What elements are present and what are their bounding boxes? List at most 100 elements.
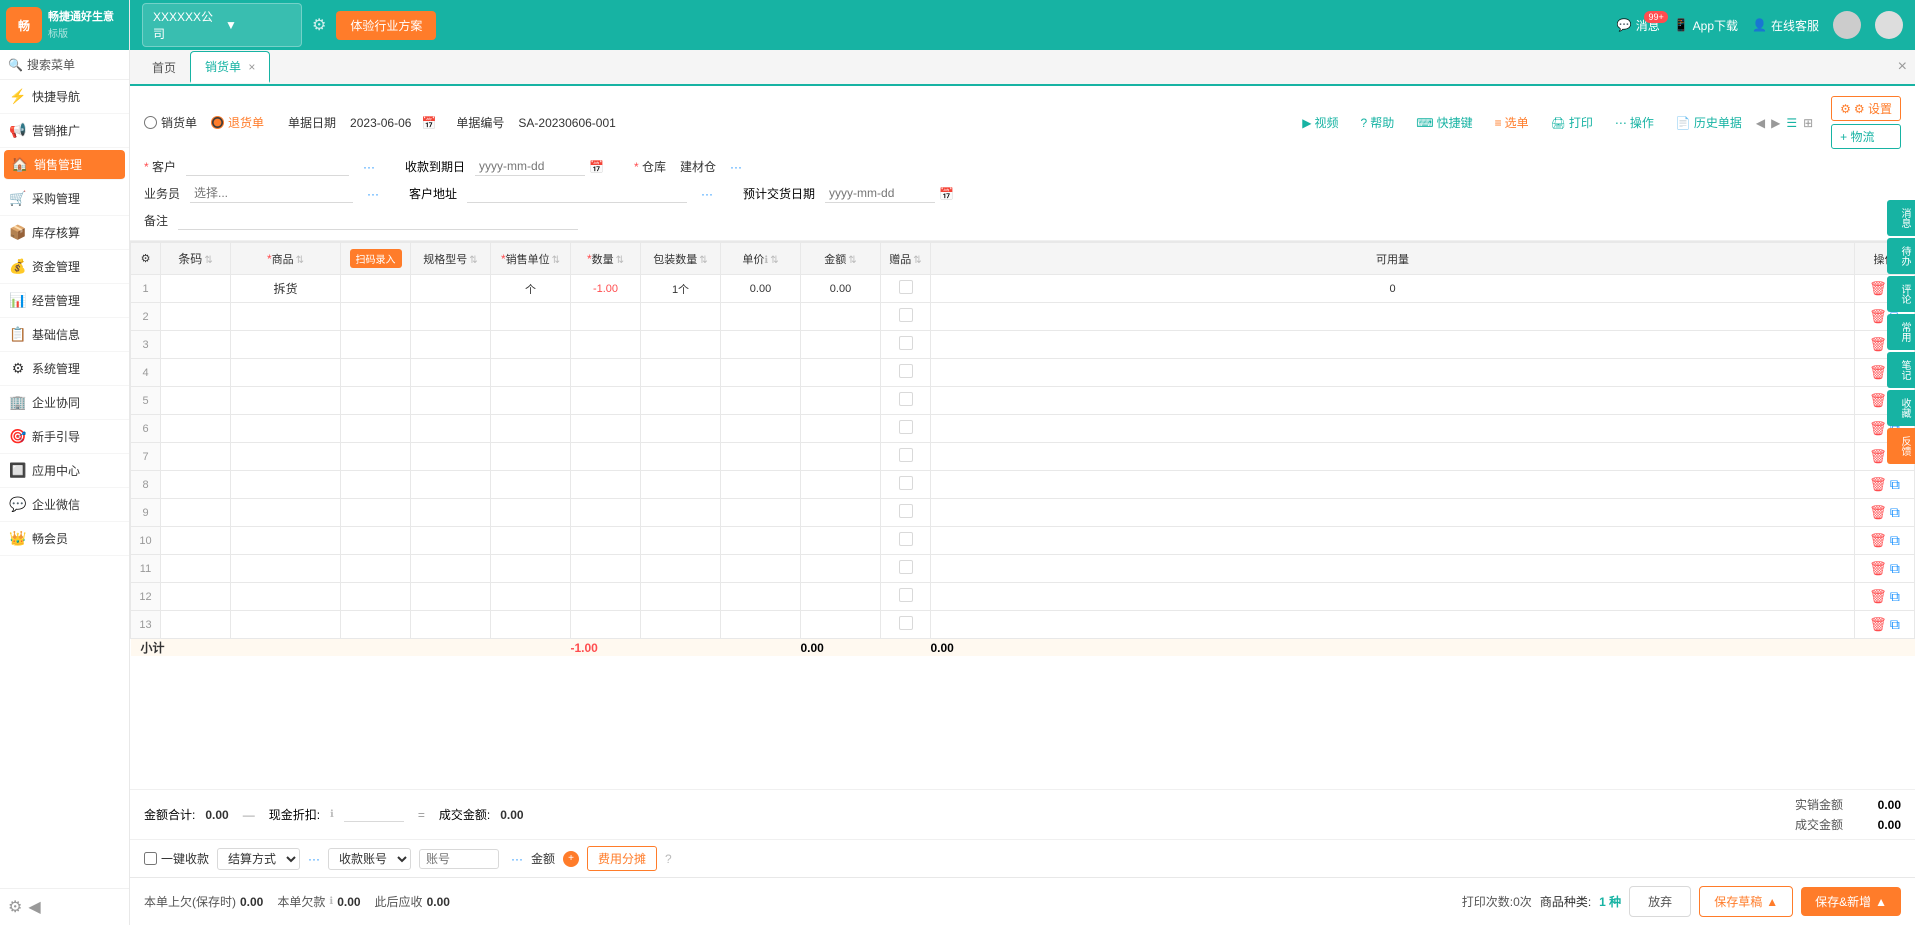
due-date-calendar-icon[interactable]: 📅 xyxy=(589,160,604,174)
row-quantity-7[interactable] xyxy=(571,443,641,471)
row-unit-4[interactable] xyxy=(491,359,571,387)
row-quantity-9[interactable] xyxy=(571,499,641,527)
row-spec-13[interactable] xyxy=(411,611,491,639)
sidebar-item-system[interactable]: ⚙ 系统管理 xyxy=(0,352,129,386)
price-info-icon[interactable]: ℹ xyxy=(764,255,768,266)
customer-dots[interactable]: ··· xyxy=(363,160,375,174)
row-pkg-qty-4[interactable] xyxy=(641,359,721,387)
delete-row-btn-5[interactable]: 🗑 xyxy=(1869,392,1887,409)
row-pkg-qty-8[interactable] xyxy=(641,471,721,499)
company-selector[interactable]: XXXXXX公司 ▼ xyxy=(142,3,302,47)
row-amount-5[interactable] xyxy=(801,387,881,415)
row-barcode-13[interactable] xyxy=(161,611,231,639)
barcode-input-3[interactable] xyxy=(167,338,224,352)
row-spec-3[interactable] xyxy=(411,331,491,359)
row-spec-10[interactable] xyxy=(411,527,491,555)
row-amount-2[interactable] xyxy=(801,303,881,331)
debit-info-icon[interactable]: ℹ xyxy=(329,896,333,907)
sidebar-item-quick-nav[interactable]: ⚡ 快捷导航 xyxy=(0,80,129,114)
view-list-icon[interactable]: ☰ xyxy=(1786,116,1797,130)
col-scan[interactable]: 扫码录入 xyxy=(341,243,411,275)
copy-row-btn-12[interactable]: ⧉ xyxy=(1890,588,1900,605)
row-gift-13[interactable] xyxy=(881,611,931,639)
message-item[interactable]: 💬 消息 99+ xyxy=(1617,17,1660,34)
settings-button[interactable]: ⚙ ⚙ 设置 xyxy=(1831,96,1901,121)
tab-home[interactable]: 首页 xyxy=(138,53,190,82)
user-avatar2[interactable] xyxy=(1875,11,1903,39)
row-spec-6[interactable] xyxy=(411,415,491,443)
customer-addr-input[interactable] xyxy=(467,184,687,203)
expected-calendar-icon[interactable]: 📅 xyxy=(939,187,954,201)
row-pkg-qty-1[interactable]: 1个 xyxy=(641,275,721,303)
salesperson-dots[interactable]: ··· xyxy=(367,187,379,201)
row-barcode-4[interactable] xyxy=(161,359,231,387)
row-quantity-1[interactable]: -1.00 xyxy=(571,275,641,303)
row-product-2[interactable] xyxy=(231,303,341,331)
nav-next-icon[interactable]: ▶ xyxy=(1771,116,1780,130)
app-download-item[interactable]: 📱 App下载 xyxy=(1674,17,1738,34)
calendar-icon[interactable]: 📅 xyxy=(421,116,436,130)
row-quantity-10[interactable] xyxy=(571,527,641,555)
row-barcode-1[interactable] xyxy=(161,275,231,303)
row-unit-price-13[interactable] xyxy=(721,611,801,639)
float-comment-btn[interactable]: 评论 xyxy=(1887,276,1915,312)
row-unit-price-4[interactable] xyxy=(721,359,801,387)
gift-checkbox-4[interactable] xyxy=(899,364,913,378)
shortcut-btn[interactable]: ⌨ 快捷键 xyxy=(1408,110,1480,135)
copy-row-btn-9[interactable]: ⧉ xyxy=(1890,504,1900,521)
abandon-button[interactable]: 放弃 xyxy=(1629,886,1691,917)
gift-checkbox-10[interactable] xyxy=(899,532,913,546)
radio-return-input[interactable] xyxy=(211,116,224,129)
row-unit-10[interactable] xyxy=(491,527,571,555)
gift-checkbox-6[interactable] xyxy=(899,420,913,434)
row-product-6[interactable] xyxy=(231,415,341,443)
expense-help-icon[interactable]: ? xyxy=(665,852,672,866)
barcode-input-10[interactable] xyxy=(167,534,224,548)
row-spec-4[interactable] xyxy=(411,359,491,387)
row-spec-5[interactable] xyxy=(411,387,491,415)
due-date-input[interactable] xyxy=(475,157,585,176)
row-unit-price-3[interactable] xyxy=(721,331,801,359)
row-unit-price-5[interactable] xyxy=(721,387,801,415)
barcode-input-5[interactable] xyxy=(167,394,224,408)
row-spec-8[interactable] xyxy=(411,471,491,499)
row-barcode-5[interactable] xyxy=(161,387,231,415)
gift-checkbox-7[interactable] xyxy=(899,448,913,462)
row-amount-1[interactable]: 0.00 xyxy=(801,275,881,303)
addr-dots[interactable]: ··· xyxy=(701,187,713,201)
gift-checkbox-13[interactable] xyxy=(899,616,913,630)
gift-checkbox-8[interactable] xyxy=(899,476,913,490)
delete-row-btn-3[interactable]: 🗑 xyxy=(1869,336,1887,353)
sidebar-item-inventory[interactable]: 📦 库存核算 xyxy=(0,216,129,250)
row-amount-10[interactable] xyxy=(801,527,881,555)
row-product-13[interactable] xyxy=(231,611,341,639)
expected-date-input[interactable] xyxy=(825,184,935,203)
nav-prev-icon[interactable]: ◀ xyxy=(1756,116,1765,130)
account-input[interactable] xyxy=(419,849,499,869)
gift-checkbox-12[interactable] xyxy=(899,588,913,602)
sidebar-item-app-center[interactable]: 🔲 应用中心 xyxy=(0,454,129,488)
view-grid-icon[interactable]: ⊞ xyxy=(1803,116,1813,130)
barcode-input-11[interactable] xyxy=(167,562,224,576)
video-btn[interactable]: ▶ 视频 xyxy=(1294,110,1346,135)
delete-row-btn-4[interactable]: 🗑 xyxy=(1869,364,1887,381)
row-unit-6[interactable] xyxy=(491,415,571,443)
row-amount-3[interactable] xyxy=(801,331,881,359)
delete-row-btn-1[interactable]: 🗑 xyxy=(1869,280,1887,297)
row-barcode-7[interactable] xyxy=(161,443,231,471)
row-amount-9[interactable] xyxy=(801,499,881,527)
sidebar-item-vip[interactable]: 👑 畅会员 xyxy=(0,522,129,556)
row-spec-7[interactable] xyxy=(411,443,491,471)
copy-row-btn-10[interactable]: ⧉ xyxy=(1890,532,1900,549)
row-unit-13[interactable] xyxy=(491,611,571,639)
help-btn[interactable]: ? 帮助 xyxy=(1353,110,1403,135)
delete-row-btn-7[interactable]: 🗑 xyxy=(1869,448,1887,465)
row-unit-11[interactable] xyxy=(491,555,571,583)
barcode-input-12[interactable] xyxy=(167,590,224,604)
row-unit-7[interactable] xyxy=(491,443,571,471)
sidebar-item-enterprise[interactable]: 🏢 企业协同 xyxy=(0,386,129,420)
row-unit-price-8[interactable] xyxy=(721,471,801,499)
gift-checkbox-9[interactable] xyxy=(899,504,913,518)
delete-row-btn-6[interactable]: 🗑 xyxy=(1869,420,1887,437)
barcode-input-9[interactable] xyxy=(167,506,224,520)
